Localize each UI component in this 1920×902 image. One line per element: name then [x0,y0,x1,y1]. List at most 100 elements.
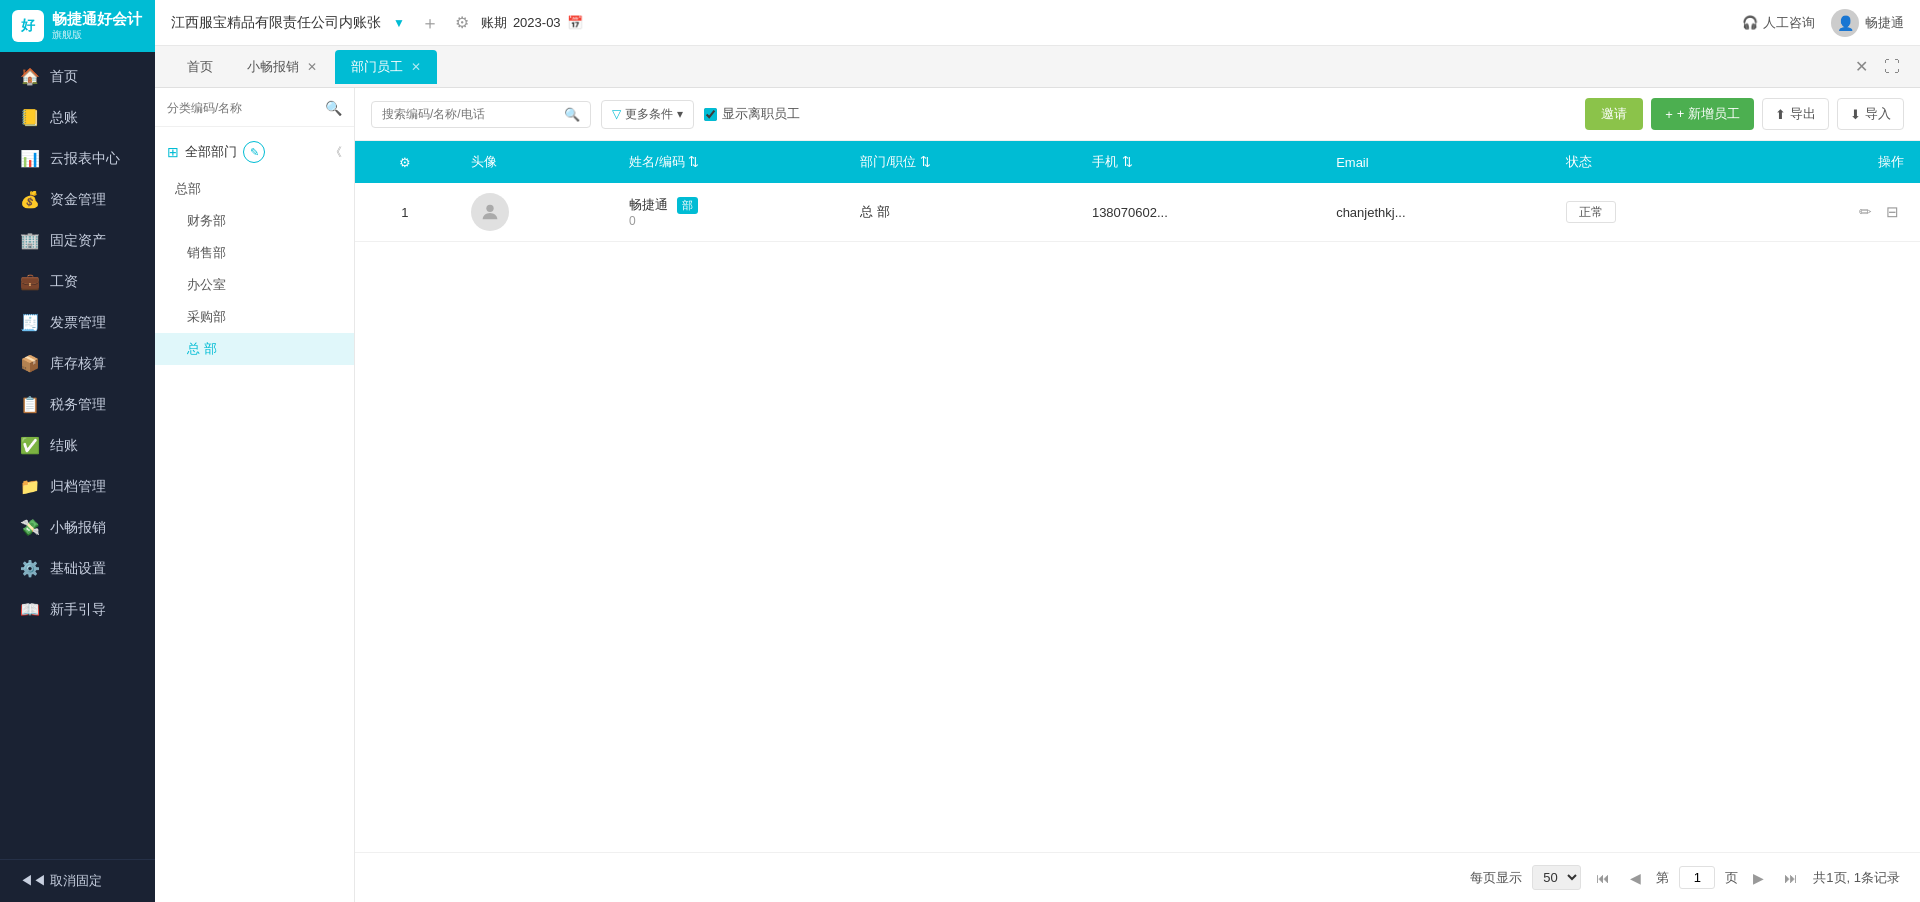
expand-tabs-button[interactable]: ⛶ [1880,53,1904,80]
add-employee-button[interactable]: + + 新增员工 [1651,98,1754,130]
page-size-label: 每页显示 [1470,869,1522,887]
period-label: 账期 [481,14,507,32]
employee-code: 0 [629,214,828,228]
dept-search-input[interactable] [167,101,325,115]
prev-page-button[interactable]: ◀ [1625,868,1646,888]
assets-icon: 🏢 [20,231,40,250]
dept-item-finance[interactable]: 财务部 [155,205,354,237]
sidebar-item-assets[interactable]: 🏢 固定资产 [0,220,155,261]
sidebar-item-home[interactable]: 🏠 首页 [0,56,155,97]
pagination: 每页显示 50 ⏮ ◀ 第 页 ▶ ⏭ 共1页, 1条记录 [355,852,1920,902]
more-filters-button[interactable]: ▽ 更多条件 ▾ [601,100,694,129]
sidebar-item-ledger[interactable]: 📒 总账 [0,97,155,138]
col-dept[interactable]: 部门/职位 ⇅ [844,141,1075,183]
dept-item-headquarters[interactable]: 总 部 [155,333,354,365]
department-panel: 🔍 ⊞ 全部部门 ✎ 《 总部 财务部 销售部 办公室 [155,88,355,902]
resigned-checkbox-input[interactable] [704,108,717,121]
sidebar-item-archive[interactable]: 📁 归档管理 [0,466,155,507]
employee-search-icon[interactable]: 🔍 [564,107,580,122]
sidebar-item-label: 库存核算 [50,355,106,373]
tax-icon: 📋 [20,395,40,414]
sidebar-item-guide[interactable]: 📖 新手引导 [0,589,155,630]
filter-label: 更多条件 [625,106,673,123]
sidebar-item-reports[interactable]: 📊 云报表中心 [0,138,155,179]
customer-service-button[interactable]: 🎧 人工咨询 [1742,14,1815,32]
dept-search-icon[interactable]: 🔍 [325,100,342,116]
first-page-button[interactable]: ⏮ [1591,868,1615,888]
settings-gear-icon[interactable]: ⚙ [455,13,469,32]
user-menu[interactable]: 👤 畅捷通 [1831,9,1904,37]
row-avatar [455,183,613,242]
export-button[interactable]: ⬆ 导出 [1762,98,1829,130]
export-label: 导出 [1790,105,1816,123]
col-settings[interactable]: ⚙ [355,141,455,183]
collapse-panel-icon[interactable]: 《 [330,144,342,161]
sidebar-item-closing[interactable]: ✅ 结账 [0,425,155,466]
col-phone[interactable]: 手机 ⇅ [1076,141,1320,183]
import-label: 导入 [1865,105,1891,123]
tab-expense-label: 小畅报销 [247,58,299,76]
total-records-label: 共1页, 1条记录 [1813,869,1900,887]
close-expense-tab-icon[interactable]: ✕ [307,60,317,74]
calendar-icon: 📅 [567,15,583,30]
plus-icon: + [1665,107,1673,122]
next-page-button[interactable]: ▶ [1748,868,1769,888]
import-button[interactable]: ⬇ 导入 [1837,98,1904,130]
period-selector[interactable]: 账期 2023-03 📅 [481,14,583,32]
company-dropdown-icon[interactable]: ▼ [393,16,405,30]
invite-button[interactable]: 邀请 [1585,98,1643,130]
table-row: 1 畅捷通 部 [355,183,1920,242]
page-number-input[interactable] [1679,866,1715,889]
dept-item-label: 总 部 [187,341,217,356]
page-text: 第 [1656,869,1669,887]
dept-item-label: 销售部 [187,245,226,260]
col-email: Email [1320,141,1549,183]
sidebar-item-tax[interactable]: 📋 税务管理 [0,384,155,425]
employee-table-wrap: ⚙ 头像 姓名/编码 ⇅ 部门/职位 ⇅ 手机 ⇅ Email [355,141,1920,852]
sidebar-item-payroll[interactable]: 💼 工资 [0,261,155,302]
add-tab-button[interactable]: ＋ [417,11,443,35]
dept-item-purchase[interactable]: 采购部 [155,301,354,333]
sidebar-item-invoice[interactable]: 🧾 发票管理 [0,302,155,343]
row-dept: 总 部 [844,183,1075,242]
sidebar-item-label: 总账 [50,109,78,127]
employee-search-box: 🔍 [371,101,591,128]
sidebar-item-finance[interactable]: 💰 资金管理 [0,179,155,220]
sidebar-item-label: 基础设置 [50,560,106,578]
sidebar-unpin-button[interactable]: ◀◀ 取消固定 [0,859,155,902]
sidebar-item-label: 固定资产 [50,232,106,250]
employee-dept-badge: 部 [677,197,698,214]
employee-search-input[interactable] [382,107,558,121]
dept-item-sales[interactable]: 销售部 [155,237,354,269]
toolbar-actions: 邀请 + + 新增员工 ⬆ 导出 ⬇ 导入 [1585,98,1904,130]
show-resigned-checkbox[interactable]: 显示离职员工 [704,105,800,123]
col-name[interactable]: 姓名/编码 ⇅ [613,141,844,183]
edit-dept-button[interactable]: ✎ [243,141,265,163]
close-employee-tab-icon[interactable]: ✕ [411,60,421,74]
sidebar-item-settings[interactable]: ⚙️ 基础设置 [0,548,155,589]
employee-more-button[interactable]: ⊟ [1881,201,1904,223]
sidebar-item-expense[interactable]: 💸 小畅报销 [0,507,155,548]
sidebar-item-label: 小畅报销 [50,519,106,537]
dept-item-office[interactable]: 办公室 [155,269,354,301]
sidebar-item-label: 资金管理 [50,191,106,209]
tab-expense[interactable]: 小畅报销 ✕ [231,50,333,84]
tabbar: 首页 小畅报销 ✕ 部门员工 ✕ ✕ ⛶ [155,46,1920,88]
username-label: 畅捷通 [1865,14,1904,32]
sidebar-item-label: 归档管理 [50,478,106,496]
tab-home[interactable]: 首页 [171,50,229,84]
row-index: 1 [355,183,455,242]
guide-icon: 📖 [20,600,40,619]
dept-item-general[interactable]: 总部 [155,173,354,205]
page-size-select[interactable]: 50 [1532,865,1581,890]
company-name: 江西服宝精品有限责任公司内账张 [171,14,381,32]
tab-employee[interactable]: 部门员工 ✕ [335,50,437,84]
last-page-button[interactable]: ⏭ [1779,868,1803,888]
all-departments-header[interactable]: ⊞ 全部部门 ✎ 《 [155,135,354,169]
row-phone: 138070602... [1076,183,1320,242]
close-all-tabs-button[interactable]: ✕ [1851,53,1872,80]
archive-icon: 📁 [20,477,40,496]
sidebar-item-inventory[interactable]: 📦 库存核算 [0,343,155,384]
edit-employee-button[interactable]: ✏ [1854,201,1877,223]
tab-employee-label: 部门员工 [351,58,403,76]
